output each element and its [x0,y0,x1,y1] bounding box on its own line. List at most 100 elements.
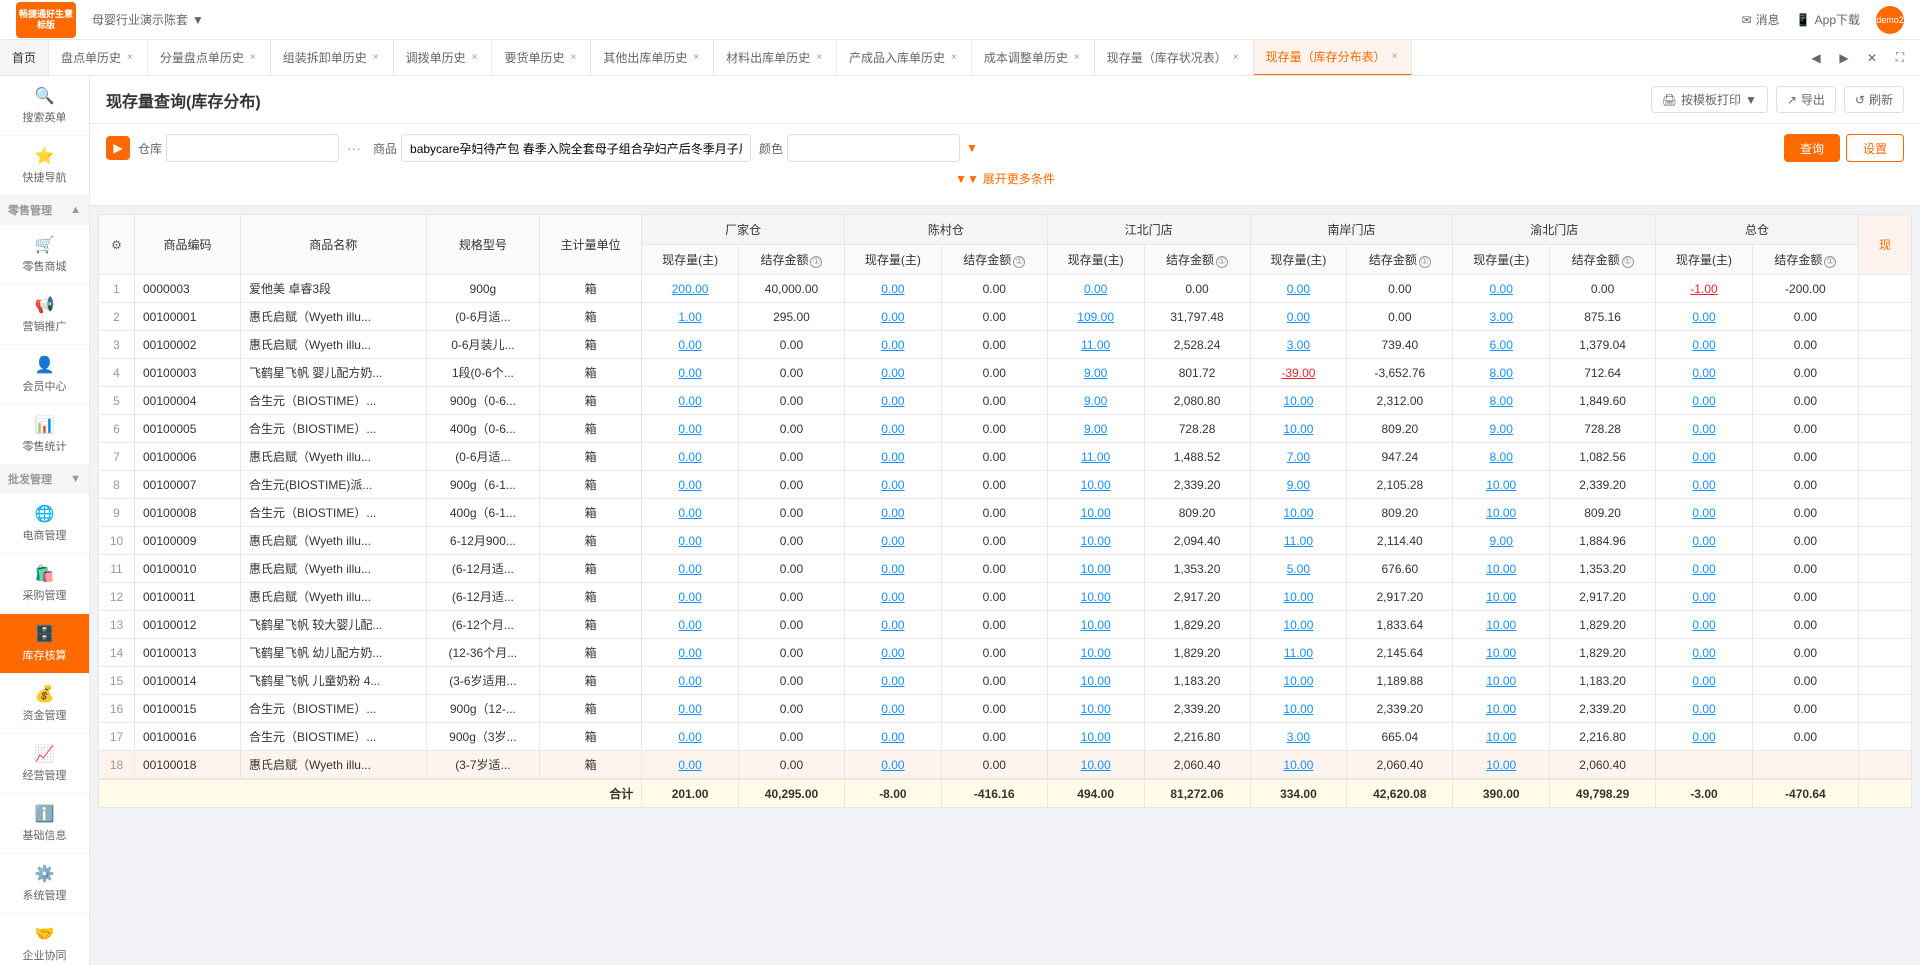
sidebar-section-retail[interactable]: 零售管理 ▲ [0,196,89,225]
cell-na-qty[interactable]: 0.00 [1250,275,1347,303]
setting-button[interactable]: 设置 [1846,134,1904,162]
cell[interactable]: 10.00 [1047,751,1144,780]
cell[interactable]: 0.00 [845,695,942,723]
cell[interactable]: 10.00 [1453,751,1550,780]
sidebar-item-search[interactable]: 🔍 搜索英单 [0,76,89,136]
cell[interactable]: 0.00 [642,723,739,751]
sidebar-item-retail-shop[interactable]: 🛒 零售商城 [0,225,89,285]
expand-more-btn[interactable]: ▼▼ 展开更多条件 [947,168,1063,189]
cell[interactable]: 0.00 [642,331,739,359]
filter-toggle-btn[interactable]: ▶ [106,136,130,160]
cell[interactable]: 10.00 [1453,471,1550,499]
cell-total-qty[interactable]: 0.00 [1656,527,1753,555]
cell[interactable]: 10.00 [1453,583,1550,611]
tab-stock-dist[interactable]: 现存量（库存分布表） × [1254,40,1413,76]
cell[interactable]: 11.00 [1047,331,1144,359]
close-tab-assembly[interactable]: × [371,51,381,64]
close-tab-material-out[interactable]: × [814,51,824,64]
sidebar-item-stock[interactable]: 🗄️ 库存核算 [0,614,89,674]
cell[interactable]: 0.00 [642,667,739,695]
cell[interactable]: 8.00 [1453,387,1550,415]
cell-total-qty[interactable]: 0.00 [1656,359,1753,387]
tab-inventory-count[interactable]: 盘点单历史 × [49,40,148,76]
cell[interactable]: 10.00 [1047,723,1144,751]
close-tab-stock-status[interactable]: × [1231,51,1241,64]
cell-total-qty[interactable]: 0.00 [1656,555,1753,583]
cell[interactable]: 0.00 [845,303,942,331]
tab-stock-status[interactable]: 现存量（库存状况表） × [1095,40,1254,76]
cell-total-qty[interactable]: 0.00 [1656,639,1753,667]
cell[interactable]: 0.00 [1453,275,1550,303]
cell-total-qty[interactable]: 0.00 [1656,471,1753,499]
cell[interactable]: 0.00 [845,387,942,415]
close-tab-adjust[interactable]: × [470,51,480,64]
cell[interactable]: 0.00 [642,695,739,723]
cell[interactable]: 11.00 [1047,443,1144,471]
cell-na-qty[interactable]: 9.00 [1250,471,1347,499]
close-tab-branch-count[interactable]: × [248,51,258,64]
cell-total-qty[interactable] [1656,751,1753,780]
cell[interactable]: 0.00 [642,639,739,667]
cell[interactable]: 10.00 [1047,639,1144,667]
cell[interactable]: 0.00 [642,415,739,443]
tab-home[interactable]: 首页 [0,40,49,76]
cell-na-qty[interactable]: 10.00 [1250,751,1347,780]
tab-other-out[interactable]: 其他出库单历史 × [591,40,714,76]
total-amt-info[interactable]: ① [1824,256,1836,268]
print-button[interactable]: 🖨 按模板打印 ▼ [1651,86,1768,113]
sidebar-item-operations[interactable]: 📈 经营管理 [0,734,89,794]
cell[interactable]: 10.00 [1047,555,1144,583]
jb-amt-info[interactable]: ① [1216,256,1228,268]
close-tab-other-out[interactable]: × [691,51,701,64]
sidebar-item-retail-stats[interactable]: 📊 零售统计 [0,405,89,465]
tab-material-out[interactable]: 材料出库单历史 × [714,40,837,76]
cell[interactable]: 10.00 [1047,695,1144,723]
cell[interactable]: 9.00 [1453,527,1550,555]
cell[interactable]: 9.00 [1047,415,1144,443]
yb-amt-info[interactable]: ① [1622,256,1634,268]
cell[interactable]: 0.00 [845,611,942,639]
cell[interactable]: 10.00 [1047,527,1144,555]
cell[interactable]: 1.00 [642,303,739,331]
na-amt-info[interactable]: ① [1419,256,1431,268]
cell[interactable]: 0.00 [642,751,739,780]
goods-input[interactable] [401,134,751,162]
close-tab-cost-adjust[interactable]: × [1072,51,1082,64]
cell-na-qty[interactable]: 11.00 [1250,527,1347,555]
tab-fullscreen[interactable]: ⛶ [1888,46,1912,70]
cell-na-qty[interactable]: 5.00 [1250,555,1347,583]
cell[interactable]: 9.00 [1453,415,1550,443]
tab-branch-count[interactable]: 分量盘点单历史 × [148,40,271,76]
cell[interactable]: 0.00 [845,275,942,303]
cell-na-qty[interactable]: 7.00 [1250,443,1347,471]
cell[interactable]: 0.00 [845,723,942,751]
cell[interactable]: 0.00 [642,555,739,583]
refresh-button[interactable]: ↺ 刷新 [1844,86,1904,113]
industry-selector[interactable]: 母婴行业演示陈套 ▼ [84,7,212,32]
warehouse-input[interactable] [166,134,339,162]
cell-total-qty[interactable]: 0.00 [1656,331,1753,359]
sidebar-section-wholesale[interactable]: 批发管理 ▼ [0,465,89,494]
cell-na-qty[interactable]: -39.00 [1250,359,1347,387]
cell[interactable]: 0.00 [642,499,739,527]
close-tab-product-in[interactable]: × [949,51,959,64]
cell[interactable]: 200.00 [642,275,739,303]
tab-scroll-right[interactable]: ▶ [1832,46,1856,70]
cell-na-qty[interactable]: 3.00 [1250,723,1347,751]
cell[interactable]: 0.00 [642,359,739,387]
cell[interactable]: 0.00 [845,583,942,611]
cell-na-qty[interactable]: 10.00 [1250,667,1347,695]
chen-amt-info[interactable]: ① [1013,256,1025,268]
sidebar-item-finance[interactable]: 💰 资金管理 [0,674,89,734]
factory-amt-info[interactable]: ① [810,256,822,268]
cell[interactable]: 0.00 [845,471,942,499]
cell[interactable]: 10.00 [1453,667,1550,695]
cell[interactable]: 0.00 [642,583,739,611]
table-settings-icon[interactable]: ⚙ [109,237,125,253]
cell[interactable]: 10.00 [1047,583,1144,611]
close-tab-stock-dist[interactable]: × [1390,50,1400,63]
cell[interactable]: 0.00 [845,499,942,527]
cell[interactable]: 10.00 [1047,471,1144,499]
cell-total-qty[interactable]: 0.00 [1656,667,1753,695]
cell-total-qty[interactable]: 0.00 [1656,583,1753,611]
